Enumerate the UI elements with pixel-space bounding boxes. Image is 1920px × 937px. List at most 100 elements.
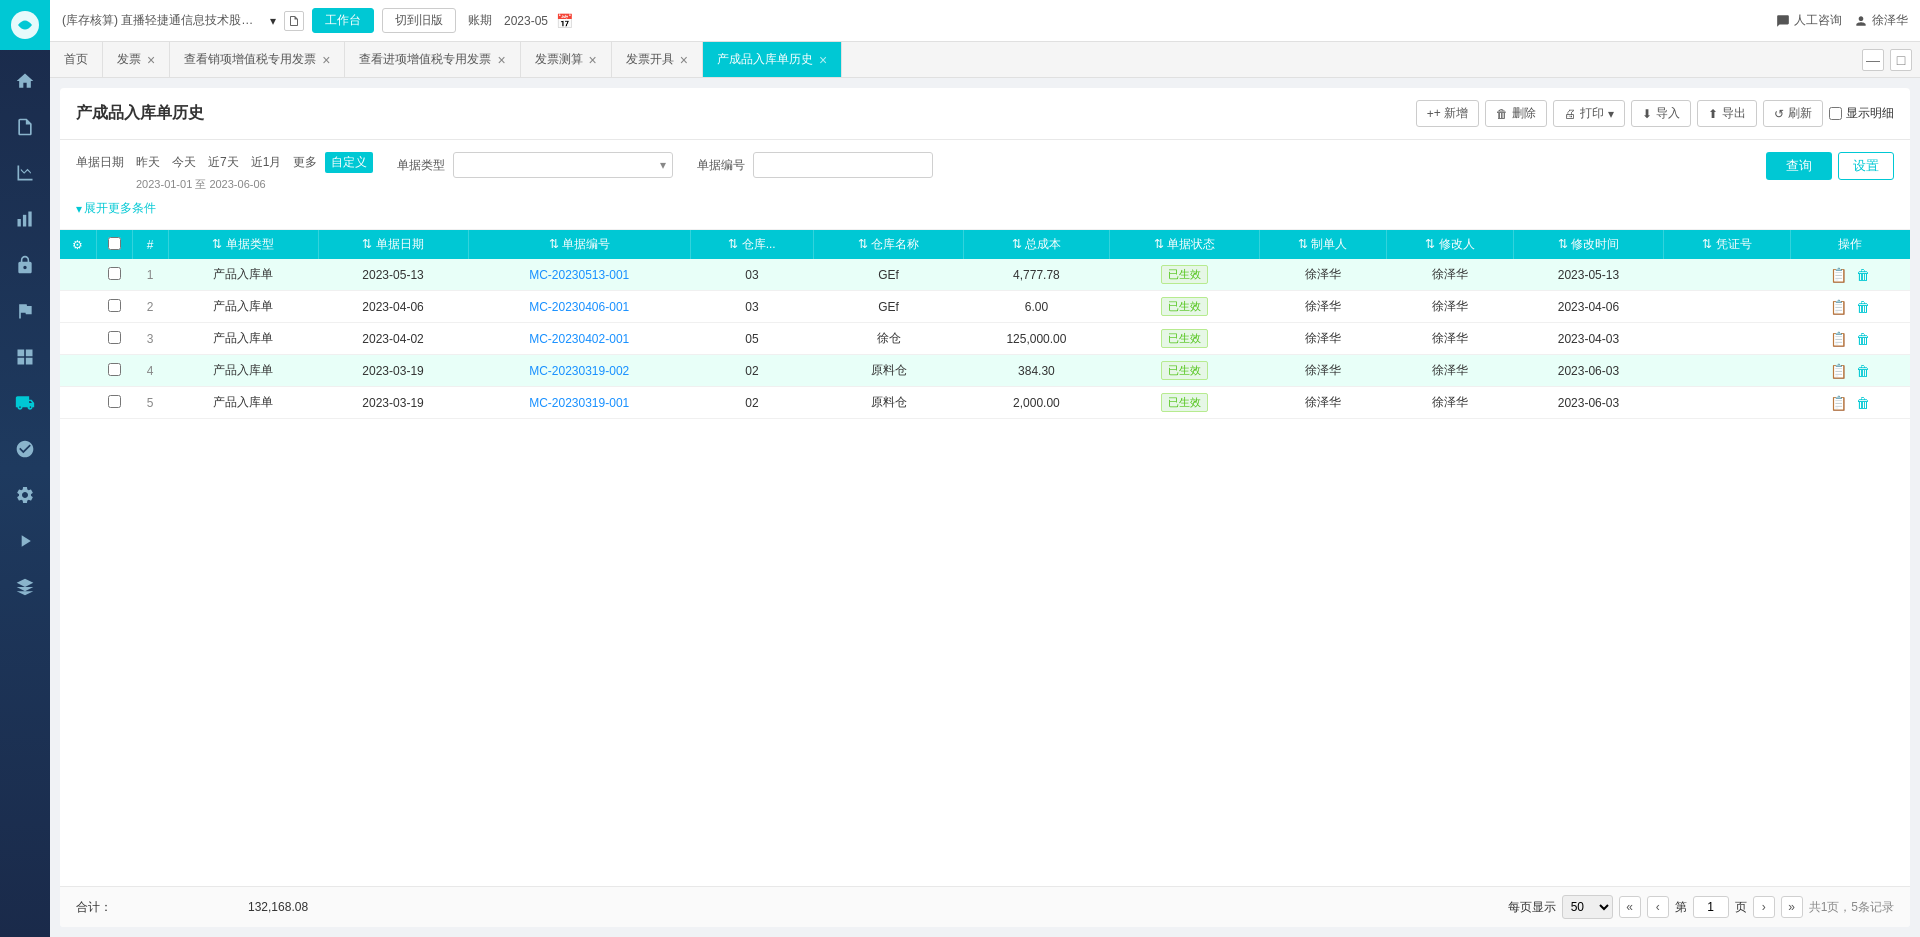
service-btn[interactable]: 人工咨询 — [1776, 12, 1842, 29]
td-doc-num[interactable]: MC-20230402-001 — [468, 323, 690, 355]
sidebar-item-v[interactable] — [0, 564, 50, 610]
delete-row-btn[interactable]: 🗑 — [1853, 395, 1873, 411]
sidebar-item-invoice[interactable] — [0, 104, 50, 150]
tab-product-instock[interactable]: 产成品入库单历史 × — [703, 42, 842, 77]
row-checkbox[interactable] — [108, 395, 121, 408]
delete-row-btn[interactable]: 🗑 — [1853, 363, 1873, 379]
tab-invoice[interactable]: 发票 × — [103, 42, 170, 77]
th-creator[interactable]: ⇅ 制单人 — [1259, 230, 1386, 259]
delete-row-btn[interactable]: 🗑 — [1853, 331, 1873, 347]
export-button[interactable]: ⬆ 导出 — [1697, 100, 1757, 127]
delete-row-btn[interactable]: 🗑 — [1853, 267, 1873, 283]
refresh-button[interactable]: ↺ 刷新 — [1763, 100, 1823, 127]
per-page-select[interactable]: 20 50 100 — [1562, 895, 1613, 919]
tab-check-purchase-vat[interactable]: 查看进项增值税专用发票 × — [345, 42, 520, 77]
sidebar-item-chart[interactable] — [0, 150, 50, 196]
row-checkbox[interactable] — [108, 363, 121, 376]
tab-check-purchase-close[interactable]: × — [497, 53, 505, 67]
doc-num-link[interactable]: MC-20230402-001 — [529, 332, 629, 346]
th-doc-num[interactable]: ⇅ 单据编号 — [468, 230, 690, 259]
doc-num-link[interactable]: MC-20230406-001 — [529, 300, 629, 314]
import-button[interactable]: ⬇ 导入 — [1631, 100, 1691, 127]
td-doc-num[interactable]: MC-20230319-001 — [468, 387, 690, 419]
td-check[interactable] — [96, 291, 132, 323]
doc-num-link[interactable]: MC-20230319-002 — [529, 364, 629, 378]
next-page-btn[interactable]: › — [1753, 896, 1775, 918]
edit-row-btn[interactable]: 📋 — [1827, 331, 1850, 347]
settings-icon[interactable]: ⚙ — [72, 238, 83, 252]
doc-num-link[interactable]: MC-20230319-001 — [529, 396, 629, 410]
tab-invoice-open[interactable]: 发票开具 × — [612, 42, 703, 77]
sidebar-item-warehouse[interactable] — [0, 380, 50, 426]
calendar-icon[interactable]: 📅 — [556, 13, 573, 29]
edit-row-btn[interactable]: 📋 — [1827, 267, 1850, 283]
sidebar-item-play[interactable] — [0, 518, 50, 564]
new-button[interactable]: + + 新增 — [1416, 100, 1479, 127]
td-doc-num[interactable]: MC-20230319-002 — [468, 355, 690, 387]
delete-row-btn[interactable]: 🗑 — [1853, 299, 1873, 315]
tab-maximize-btn[interactable]: □ — [1890, 49, 1912, 71]
show-detail-checkbox[interactable] — [1829, 107, 1842, 120]
tab-check-sales-close[interactable]: × — [322, 53, 330, 67]
tab-invoice-calc[interactable]: 发票测算 × — [521, 42, 612, 77]
row-checkbox[interactable] — [108, 331, 121, 344]
worktable-button[interactable]: 工作台 — [312, 8, 374, 33]
tab-invoice-open-close[interactable]: × — [680, 53, 688, 67]
date-btn-yesterday[interactable]: 昨天 — [132, 152, 164, 173]
expand-more-btn[interactable]: ▾ 展开更多条件 — [76, 200, 1894, 217]
sidebar-item-settings[interactable] — [0, 472, 50, 518]
select-all-checkbox[interactable] — [108, 237, 121, 250]
th-doc-type[interactable]: ⇅ 单据类型 — [168, 230, 318, 259]
row-checkbox[interactable] — [108, 299, 121, 312]
date-btn-1month[interactable]: 近1月 — [247, 152, 286, 173]
tab-invoice-close[interactable]: × — [147, 53, 155, 67]
show-detail-label[interactable]: 显示明细 — [1829, 105, 1894, 122]
th-doc-status[interactable]: ⇅ 单据状态 — [1109, 230, 1259, 259]
tab-invoice-calc-close[interactable]: × — [589, 53, 597, 67]
query-button[interactable]: 查询 — [1766, 152, 1832, 180]
first-page-btn[interactable]: « — [1619, 896, 1641, 918]
row-checkbox[interactable] — [108, 267, 121, 280]
th-settings[interactable]: ⚙ — [60, 230, 96, 259]
th-voucher-num[interactable]: ⇅ 凭证号 — [1663, 230, 1790, 259]
sidebar-item-flag[interactable] — [0, 288, 50, 334]
th-doc-date[interactable]: ⇅ 单据日期 — [318, 230, 468, 259]
user-menu[interactable]: 徐泽华 — [1854, 12, 1908, 29]
switch-button[interactable]: 切到旧版 — [382, 8, 456, 33]
td-doc-num[interactable]: MC-20230513-001 — [468, 259, 690, 291]
sidebar-item-home[interactable] — [0, 58, 50, 104]
doc-num-link[interactable]: MC-20230513-001 — [529, 268, 629, 282]
tab-minimize-btn[interactable]: — — [1862, 49, 1884, 71]
last-page-btn[interactable]: » — [1781, 896, 1803, 918]
td-check[interactable] — [96, 355, 132, 387]
tab-check-sales-vat[interactable]: 查看销项增值税专用发票 × — [170, 42, 345, 77]
doc-num-input[interactable] — [753, 152, 933, 178]
delete-button[interactable]: 🗑 删除 — [1485, 100, 1547, 127]
page-input[interactable] — [1693, 896, 1729, 918]
doc-icon[interactable] — [284, 11, 304, 31]
th-total-cost[interactable]: ⇅ 总成本 — [964, 230, 1110, 259]
set-button[interactable]: 设置 — [1838, 152, 1894, 180]
prev-page-btn[interactable]: ‹ — [1647, 896, 1669, 918]
edit-row-btn[interactable]: 📋 — [1827, 363, 1850, 379]
th-warehouse-code[interactable]: ⇅ 仓库... — [690, 230, 813, 259]
th-modify-time[interactable]: ⇅ 修改时间 — [1513, 230, 1663, 259]
sidebar-item-analytics[interactable] — [0, 196, 50, 242]
td-check[interactable] — [96, 387, 132, 419]
th-modifier[interactable]: ⇅ 修改人 — [1386, 230, 1513, 259]
edit-row-btn[interactable]: 📋 — [1827, 395, 1850, 411]
td-check[interactable] — [96, 323, 132, 355]
print-button[interactable]: 🖨 打印 ▾ — [1553, 100, 1625, 127]
date-btn-more[interactable]: 更多 — [289, 152, 321, 173]
th-check[interactable] — [96, 230, 132, 259]
td-check[interactable] — [96, 259, 132, 291]
edit-row-btn[interactable]: 📋 — [1827, 299, 1850, 315]
tab-home[interactable]: 首页 — [50, 42, 103, 77]
sidebar-item-stamp[interactable] — [0, 426, 50, 472]
tab-product-instock-close[interactable]: × — [819, 53, 827, 67]
sidebar-item-grid[interactable] — [0, 334, 50, 380]
doc-type-select[interactable]: ▾ — [453, 152, 673, 178]
sidebar-item-lock[interactable] — [0, 242, 50, 288]
date-btn-today[interactable]: 今天 — [168, 152, 200, 173]
date-btn-custom[interactable]: 自定义 — [325, 152, 373, 173]
